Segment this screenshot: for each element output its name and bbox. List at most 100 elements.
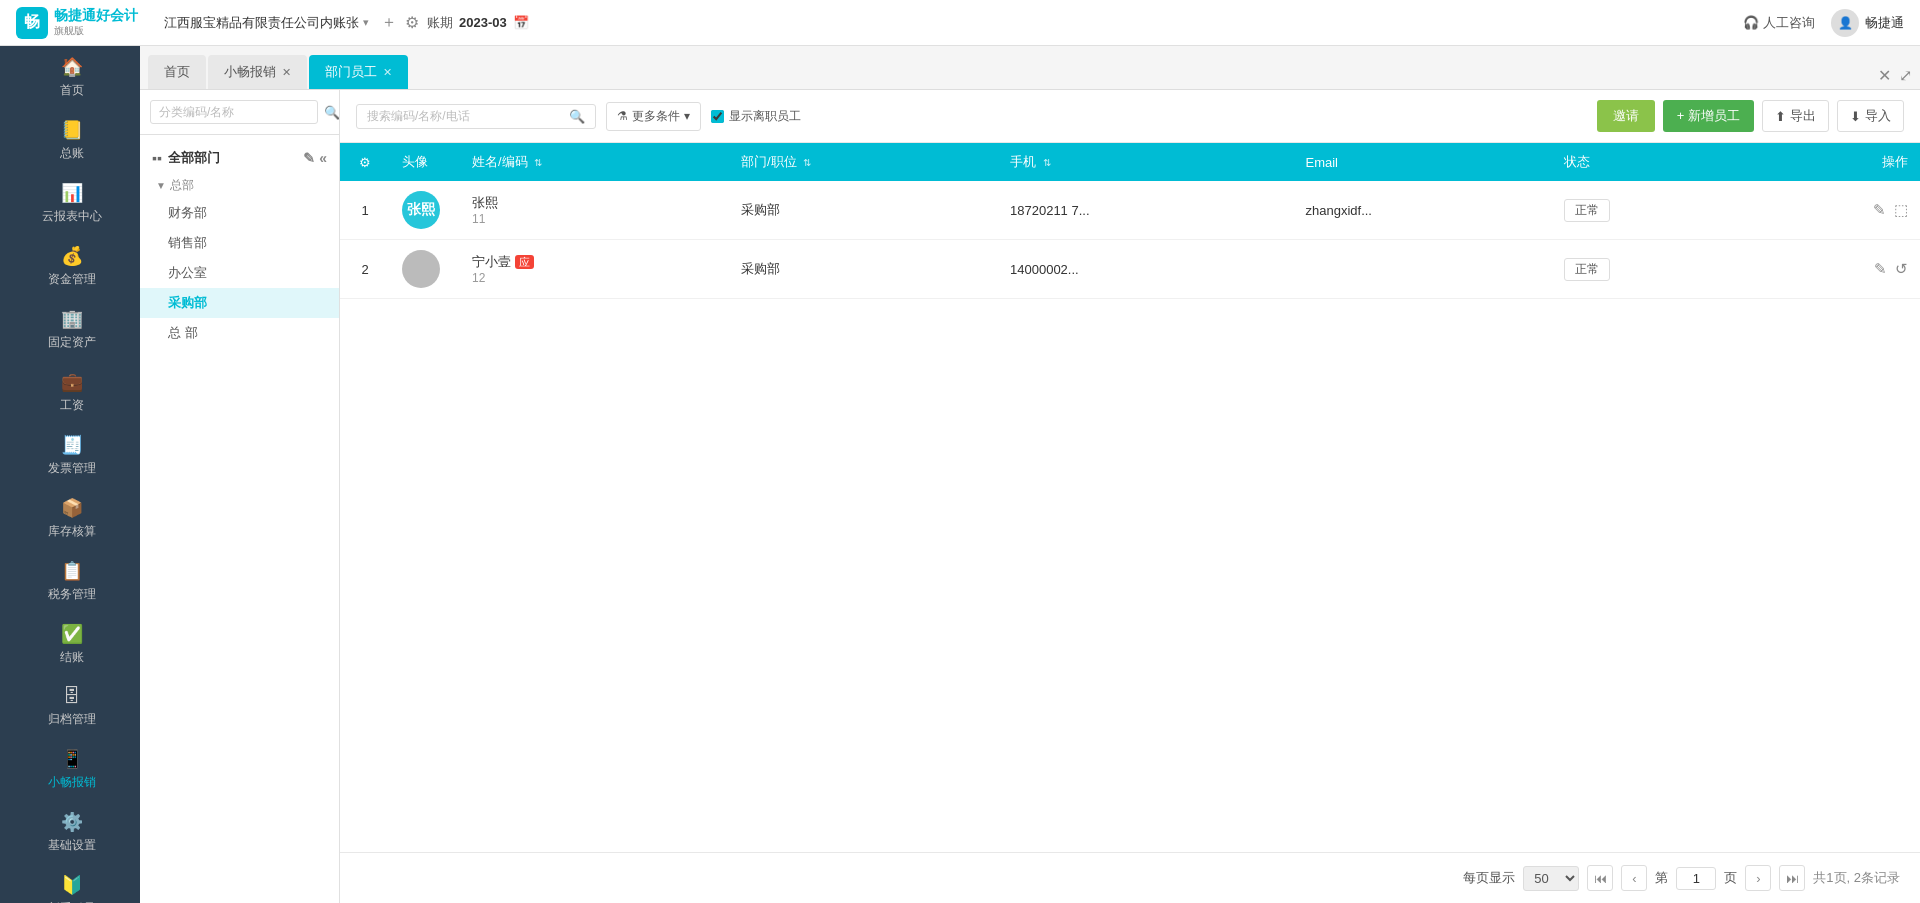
sidebar-item-capital[interactable]: 💰 资金管理: [0, 235, 140, 298]
row-phone: 14000002...: [998, 240, 1293, 299]
sidebar-item-invoice[interactable]: 🧾 发票管理: [0, 424, 140, 487]
sidebar-item-home[interactable]: 🏠 首页: [0, 46, 140, 109]
toolbar-right: 邀请 + 新增员工 ⬆ 导出 ⬇ 导入: [1597, 100, 1904, 132]
app-subtitle: 旗舰版: [54, 24, 138, 38]
more-icon[interactable]: ↺: [1895, 260, 1908, 278]
add-employee-button[interactable]: + 新增员工: [1663, 100, 1754, 132]
prev-page-button[interactable]: ‹: [1621, 865, 1647, 891]
sidebar-item-tax[interactable]: 📋 税务管理: [0, 550, 140, 613]
first-page-button[interactable]: ⏮: [1587, 865, 1613, 891]
all-dept-header[interactable]: ▪▪ 全部部门 ✎ «: [140, 143, 339, 173]
sidebar-item-guide[interactable]: 🔰 新手引导: [0, 864, 140, 903]
calendar-icon[interactable]: 📅: [513, 15, 529, 30]
filter-icon: ⚗: [617, 109, 628, 123]
dept-search-area: 🔍: [140, 90, 339, 135]
chevron-down-icon: ▾: [363, 16, 369, 29]
settle-icon: ✅: [61, 623, 83, 645]
sort-dept-icon: ⇅: [803, 157, 811, 168]
edit-icon[interactable]: ✎: [1873, 201, 1886, 219]
filter-button[interactable]: ⚗ 更多条件 ▾: [606, 102, 701, 131]
user-info[interactable]: 👤 畅捷通: [1831, 9, 1904, 37]
export-button[interactable]: ⬆ 导出: [1762, 100, 1829, 132]
account-period: 账期 2023-03 📅: [427, 14, 529, 32]
table-row: 1 张熙 张熙 11 采购部 18720211 7... zhangxidf..…: [340, 181, 1920, 240]
dept-collapse-icon[interactable]: «: [319, 150, 327, 166]
tab-dept-close[interactable]: ✕: [383, 66, 392, 79]
status-tag: 正常: [1564, 258, 1610, 281]
col-dept[interactable]: 部门/职位 ⇅: [729, 143, 998, 181]
tab-close-all-icon[interactable]: ✕: [1878, 66, 1891, 85]
sort-name-icon: ⇅: [534, 157, 542, 168]
company-selector[interactable]: 江西服宝精品有限责任公司内账张 ▾: [164, 14, 369, 32]
last-page-button[interactable]: ⏭: [1779, 865, 1805, 891]
dept-edit-icon[interactable]: ✎: [303, 150, 315, 166]
app-logo-icon: 畅: [16, 7, 48, 39]
invite-button[interactable]: 邀请: [1597, 100, 1655, 132]
dept-panel: 🔍 ▪▪ 全部部门 ✎ « ▼ 总部: [140, 90, 340, 903]
col-actions: 操作: [1752, 143, 1920, 181]
sidebar-item-salary[interactable]: 💼 工资: [0, 361, 140, 424]
page-input[interactable]: [1676, 867, 1716, 890]
total-info: 共1页, 2条记录: [1813, 869, 1900, 887]
assets-icon: 🏢: [61, 308, 83, 330]
username: 畅捷通: [1865, 14, 1904, 32]
sidebar-item-settings[interactable]: ⚙️ 基础设置: [0, 801, 140, 864]
dept-search-icon[interactable]: 🔍: [324, 105, 340, 120]
row-no: 1: [340, 181, 390, 240]
sidebar-item-assets[interactable]: 🏢 固定资产: [0, 298, 140, 361]
row-no: 2: [340, 240, 390, 299]
sidebar-item-ledger[interactable]: 📒 总账: [0, 109, 140, 172]
filter-chevron-icon: ▾: [684, 109, 690, 123]
tab-expense[interactable]: 小畅报销 ✕: [208, 55, 307, 89]
tab-expand-icon[interactable]: ⤢: [1899, 66, 1912, 85]
import-icon: ⬇: [1850, 109, 1861, 124]
sidebar-item-reports[interactable]: 📊 云报表中心: [0, 172, 140, 235]
next-page-button[interactable]: ›: [1745, 865, 1771, 891]
show-inactive-checkbox[interactable]: [711, 110, 724, 123]
settings-icon[interactable]: ⚙: [405, 13, 419, 32]
col-settings[interactable]: ⚙: [340, 143, 390, 181]
grid-icon: ▪▪: [152, 150, 162, 166]
status-badge: 应: [515, 255, 534, 269]
tab-bar: 首页 小畅报销 ✕ 部门员工 ✕ ✕ ⤢: [140, 46, 1920, 90]
tab-dept-employee[interactable]: 部门员工 ✕: [309, 55, 408, 89]
sidebar-item-settle[interactable]: ✅ 结账: [0, 613, 140, 676]
dept-item-general[interactable]: 总 部: [140, 318, 339, 348]
col-name[interactable]: 姓名/编码 ⇅: [460, 143, 729, 181]
dept-item-finance[interactable]: 财务部: [140, 198, 339, 228]
salary-icon: 💼: [61, 371, 83, 393]
row-dept: 采购部: [729, 240, 998, 299]
service-button[interactable]: 🎧 人工咨询: [1743, 14, 1815, 32]
tab-home[interactable]: 首页: [148, 55, 206, 89]
inventory-icon: 📦: [61, 497, 83, 519]
row-email: zhangxidf...: [1293, 181, 1551, 240]
dept-item-sales[interactable]: 销售部: [140, 228, 339, 258]
import-button[interactable]: ⬇ 导入: [1837, 100, 1904, 132]
sidebar-item-archive[interactable]: 🗄 归档管理: [0, 676, 140, 738]
dept-item-purchase[interactable]: 采购部: [140, 288, 339, 318]
dept-tree: ▪▪ 全部部门 ✎ « ▼ 总部 财务部: [140, 135, 339, 903]
headset-icon: 🎧: [1743, 15, 1759, 30]
show-inactive-label[interactable]: 显示离职员工: [711, 108, 801, 125]
add-icon[interactable]: ＋: [381, 12, 397, 33]
employee-table-wrap: ⚙ 头像 姓名/编码 ⇅ 部门/职位: [340, 143, 1920, 852]
employee-table: ⚙ 头像 姓名/编码 ⇅ 部门/职位: [340, 143, 1920, 299]
dept-search-input[interactable]: [150, 100, 318, 124]
sidebar-item-expense[interactable]: 📱 小畅报销: [0, 738, 140, 801]
dept-hq-group[interactable]: ▼ 总部: [140, 173, 339, 198]
col-phone[interactable]: 手机 ⇅: [998, 143, 1293, 181]
tax-icon: 📋: [61, 560, 83, 582]
tab-expense-close[interactable]: ✕: [282, 66, 291, 79]
page-size-select[interactable]: 50 10 20 100: [1523, 866, 1579, 891]
dept-item-office[interactable]: 办公室: [140, 258, 339, 288]
expense-icon: 📱: [61, 748, 83, 770]
sidebar-item-inventory[interactable]: 📦 库存核算: [0, 487, 140, 550]
edit-icon[interactable]: ✎: [1874, 260, 1887, 278]
status-tag: 正常: [1564, 199, 1610, 222]
row-email: [1293, 240, 1551, 299]
more-icon[interactable]: ⬚: [1894, 201, 1908, 219]
emp-search-input[interactable]: [367, 109, 563, 123]
emp-search-icon[interactable]: 🔍: [569, 109, 585, 124]
reports-icon: 📊: [61, 182, 83, 204]
app-title: 畅捷通好会计: [54, 7, 138, 24]
